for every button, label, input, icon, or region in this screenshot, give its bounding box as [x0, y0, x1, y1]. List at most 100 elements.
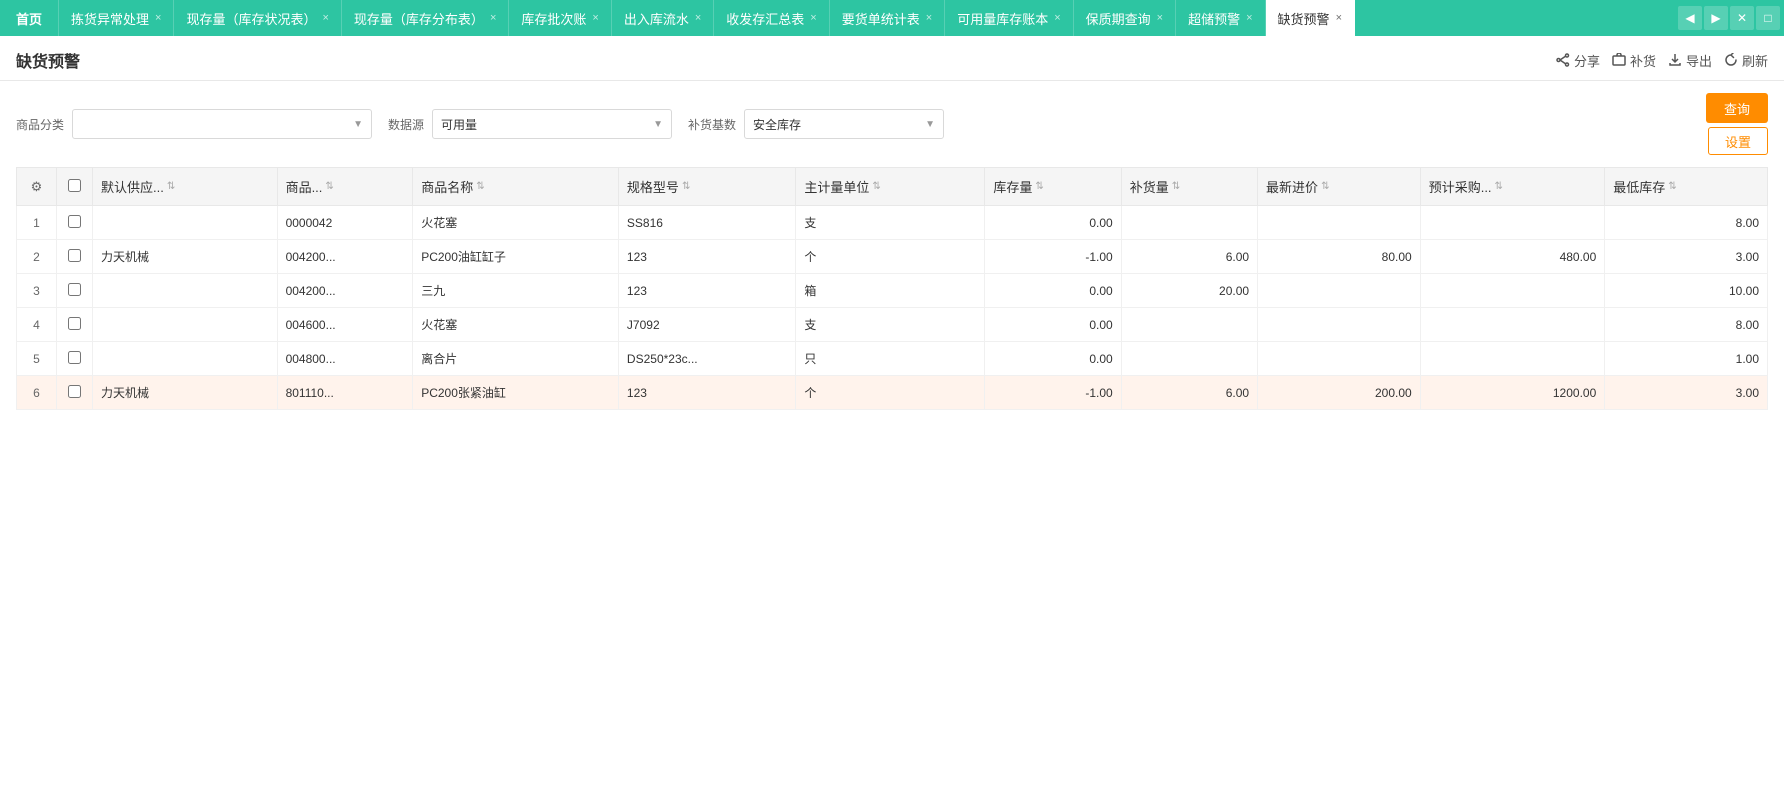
table-row: 3004200...三九123箱0.0020.0010.00 [17, 274, 1768, 308]
replenish-base-label: 补货基数 [688, 116, 736, 133]
row-checkbox-cell [57, 274, 93, 308]
close-icon[interactable]: × [1336, 12, 1342, 24]
sort-icon: ⇅ [167, 181, 175, 192]
close-icon[interactable]: × [1157, 12, 1163, 24]
th-min-stock[interactable]: 最低库存 ⇅ [1605, 168, 1768, 206]
row-min-stock: 10.00 [1605, 274, 1768, 308]
settings-gear-icon[interactable]: ⚙ [27, 177, 47, 197]
tab-7[interactable]: 要货单统计表 × [830, 0, 945, 36]
th-spec[interactable]: 规格型号 ⇅ [618, 168, 795, 206]
tab-3[interactable]: 现存量（库存分布表） × [342, 0, 509, 36]
sort-icon: ⇅ [1172, 181, 1180, 192]
row-checkbox[interactable] [68, 215, 81, 228]
tab-prev-button[interactable]: ◀ [1678, 6, 1702, 30]
data-source-label: 数据源 [388, 116, 424, 133]
row-replenish: 20.00 [1121, 274, 1257, 308]
row-min-stock: 8.00 [1605, 308, 1768, 342]
row-checkbox[interactable] [68, 351, 81, 364]
close-icon[interactable]: × [926, 12, 932, 24]
row-unit: 支 [796, 206, 985, 240]
tab-5[interactable]: 出入库流水 × [612, 0, 714, 36]
page-title: 缺货预警 [16, 48, 80, 72]
share-button[interactable]: 分享 [1556, 51, 1600, 70]
tab-fullscreen-button[interactable]: □ [1756, 6, 1780, 30]
close-icon[interactable]: × [1054, 12, 1060, 24]
tab-2[interactable]: 现存量（库存状况表） × [174, 0, 341, 36]
th-unit[interactable]: 主计量单位 ⇅ [796, 168, 985, 206]
chevron-down-icon: ▼ [653, 119, 663, 130]
row-stock: -1.00 [985, 376, 1121, 410]
row-min-stock: 1.00 [1605, 342, 1768, 376]
table-body: 10000042火花塞SS816支0.008.002力天机械004200...P… [17, 206, 1768, 410]
row-checkbox-cell [57, 342, 93, 376]
row-checkbox[interactable] [68, 385, 81, 398]
th-estimated-purchase[interactable]: 预计采购... ⇅ [1420, 168, 1605, 206]
row-min-stock: 8.00 [1605, 206, 1768, 240]
table-row: 6力天机械801110...PC200张紧油缸123个-1.006.00200.… [17, 376, 1768, 410]
close-icon[interactable]: × [810, 12, 816, 24]
row-min-stock: 3.00 [1605, 376, 1768, 410]
select-all-checkbox[interactable] [68, 179, 81, 192]
row-checkbox[interactable] [68, 249, 81, 262]
tab-4[interactable]: 库存批次账 × [509, 0, 611, 36]
row-latest-price [1258, 206, 1421, 240]
tab-8[interactable]: 可用量库存账本 × [945, 0, 1073, 36]
product-category-select[interactable]: ▼ [72, 109, 372, 139]
row-estimated-purchase [1420, 342, 1605, 376]
close-icon[interactable]: × [695, 12, 701, 24]
row-latest-price: 200.00 [1258, 376, 1421, 410]
filter-replenish-base: 补货基数 安全库存 ▼ [688, 109, 944, 139]
table-row: 5004800...离合片DS250*23c...只0.001.00 [17, 342, 1768, 376]
refresh-button[interactable]: 刷新 [1724, 51, 1768, 70]
th-replenish[interactable]: 补货量 ⇅ [1121, 168, 1257, 206]
row-checkbox[interactable] [68, 283, 81, 296]
tab-1[interactable]: 拣货异常处理 × [59, 0, 174, 36]
export-icon [1668, 53, 1682, 67]
filter-data-source: 数据源 可用量 ▼ [388, 109, 672, 139]
row-stock: 0.00 [985, 342, 1121, 376]
row-checkbox[interactable] [68, 317, 81, 330]
tab-close-button[interactable]: ✕ [1730, 6, 1754, 30]
th-stock[interactable]: 库存量 ⇅ [985, 168, 1121, 206]
row-stock: 0.00 [985, 206, 1121, 240]
data-source-select[interactable]: 可用量 ▼ [432, 109, 672, 139]
row-latest-price [1258, 308, 1421, 342]
row-index: 6 [17, 376, 57, 410]
close-icon[interactable]: × [490, 12, 496, 24]
close-icon[interactable]: × [322, 12, 328, 24]
tab-next-button[interactable]: ▶ [1704, 6, 1728, 30]
replenish-base-select[interactable]: 安全库存 ▼ [744, 109, 944, 139]
tab-10[interactable]: 超储预警 × [1176, 0, 1265, 36]
th-settings: ⚙ [17, 168, 57, 206]
close-icon[interactable]: × [155, 12, 161, 24]
row-spec: 123 [618, 240, 795, 274]
close-icon[interactable]: × [1246, 12, 1252, 24]
row-stock: -1.00 [985, 240, 1121, 274]
sort-icon: ⇅ [682, 181, 690, 192]
row-spec: DS250*23c... [618, 342, 795, 376]
tab-11[interactable]: 缺货预警 × [1266, 0, 1355, 36]
close-icon[interactable]: × [592, 12, 598, 24]
tab-6[interactable]: 收发存汇总表 × [714, 0, 829, 36]
row-product-name: PC200张紧油缸 [413, 376, 619, 410]
query-button[interactable]: 查询 [1706, 93, 1768, 123]
row-product-name: 离合片 [413, 342, 619, 376]
row-index: 3 [17, 274, 57, 308]
th-product-code[interactable]: 商品... ⇅ [277, 168, 413, 206]
th-latest-price[interactable]: 最新进价 ⇅ [1258, 168, 1421, 206]
row-unit: 只 [796, 342, 985, 376]
th-default-supplier[interactable]: 默认供应... ⇅ [93, 168, 278, 206]
row-product-code: 801110... [277, 376, 413, 410]
tab-home[interactable]: 首页 [0, 0, 59, 36]
row-default-supplier [93, 274, 278, 308]
header-actions: 分享 补货 导出 刷新 [1556, 51, 1768, 70]
sort-icon: ⇅ [325, 181, 333, 192]
export-button[interactable]: 导出 [1668, 51, 1712, 70]
replenish-button[interactable]: 补货 [1612, 51, 1656, 70]
setting-button[interactable]: 设置 [1708, 127, 1768, 155]
tab-9[interactable]: 保质期查询 × [1074, 0, 1176, 36]
th-product-name[interactable]: 商品名称 ⇅ [413, 168, 619, 206]
row-spec: 123 [618, 376, 795, 410]
table-container: ⚙ 默认供应... ⇅ 商品... ⇅ [0, 167, 1784, 410]
row-stock: 0.00 [985, 308, 1121, 342]
